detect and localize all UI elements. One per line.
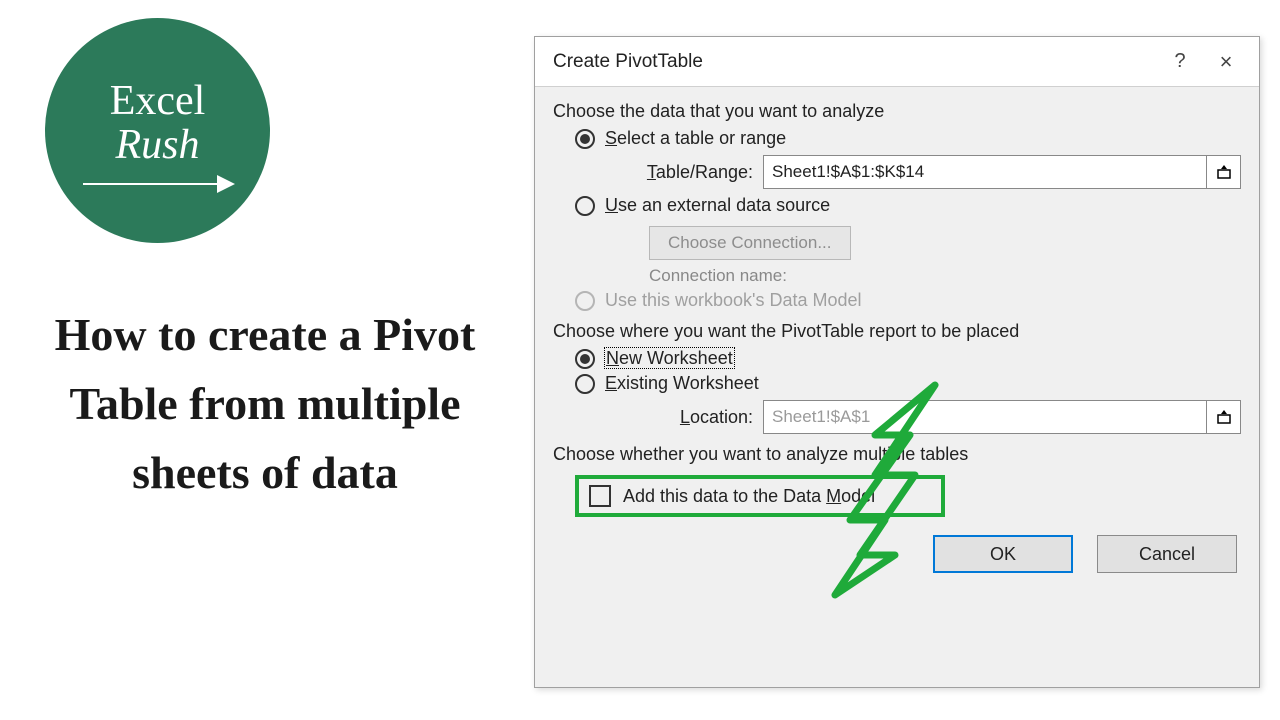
dialog-body: Choose the data that you want to analyze… (535, 87, 1259, 687)
range-picker-icon (1216, 409, 1232, 425)
table-range-input[interactable] (763, 155, 1207, 189)
choose-connection-button[interactable]: Choose Connection... (649, 226, 851, 260)
section-analyze-label: Choose the data that you want to analyze (553, 101, 1241, 122)
option-use-datamodel-label: Use this workbook's Data Model (605, 290, 862, 311)
connection-name-label: Connection name: (649, 266, 1241, 286)
option-select-range[interactable]: Select a table or range (575, 128, 1241, 149)
arrow-icon (83, 183, 233, 185)
location-input[interactable] (763, 400, 1207, 434)
radio-icon (575, 196, 595, 216)
add-to-datamodel-row[interactable]: Add this data to the Data Model (575, 475, 945, 517)
slide-caption: How to create a Pivot Table from multipl… (30, 300, 500, 507)
option-existing-worksheet-label: Existing Worksheet (605, 373, 759, 394)
option-external-source-label: Use an external data source (605, 195, 830, 216)
cancel-button[interactable]: Cancel (1097, 535, 1237, 573)
collapse-dialog-button-2[interactable] (1207, 400, 1241, 434)
option-select-range-label: Select a table or range (605, 128, 786, 149)
option-external-source[interactable]: Use an external data source (575, 195, 1241, 216)
location-label: Location: (623, 407, 753, 428)
dialog-title: Create PivotTable (553, 51, 1157, 73)
create-pivottable-dialog: Create PivotTable ? × Choose the data th… (534, 36, 1260, 688)
range-picker-icon (1216, 164, 1232, 180)
table-range-label: Table/Range: (623, 162, 753, 183)
radio-icon (575, 129, 595, 149)
collapse-dialog-button[interactable] (1207, 155, 1241, 189)
option-new-worksheet-label: New Worksheet (605, 348, 734, 369)
brand-line1: Excel (110, 77, 206, 125)
option-use-datamodel: Use this workbook's Data Model (575, 290, 1241, 311)
section-placement-label: Choose where you want the PivotTable rep… (553, 321, 1241, 342)
brand-line2: Rush (116, 121, 200, 169)
radio-icon (575, 349, 595, 369)
add-to-datamodel-label: Add this data to the Data Model (623, 486, 875, 507)
ok-button[interactable]: OK (933, 535, 1073, 573)
dialog-button-row: OK Cancel (553, 535, 1241, 573)
close-button[interactable]: × (1203, 49, 1249, 75)
radio-icon (575, 374, 595, 394)
checkbox-icon (589, 485, 611, 507)
location-row: Location: (623, 400, 1241, 434)
option-new-worksheet[interactable]: New Worksheet (575, 348, 1241, 369)
help-button[interactable]: ? (1157, 50, 1203, 73)
section-multiple-tables-label: Choose whether you want to analyze multi… (553, 444, 1241, 465)
table-range-row: Table/Range: (623, 155, 1241, 189)
brand-logo: Excel Rush (45, 18, 270, 243)
radio-icon (575, 291, 595, 311)
option-existing-worksheet[interactable]: Existing Worksheet (575, 373, 1241, 394)
dialog-titlebar: Create PivotTable ? × (535, 37, 1259, 87)
